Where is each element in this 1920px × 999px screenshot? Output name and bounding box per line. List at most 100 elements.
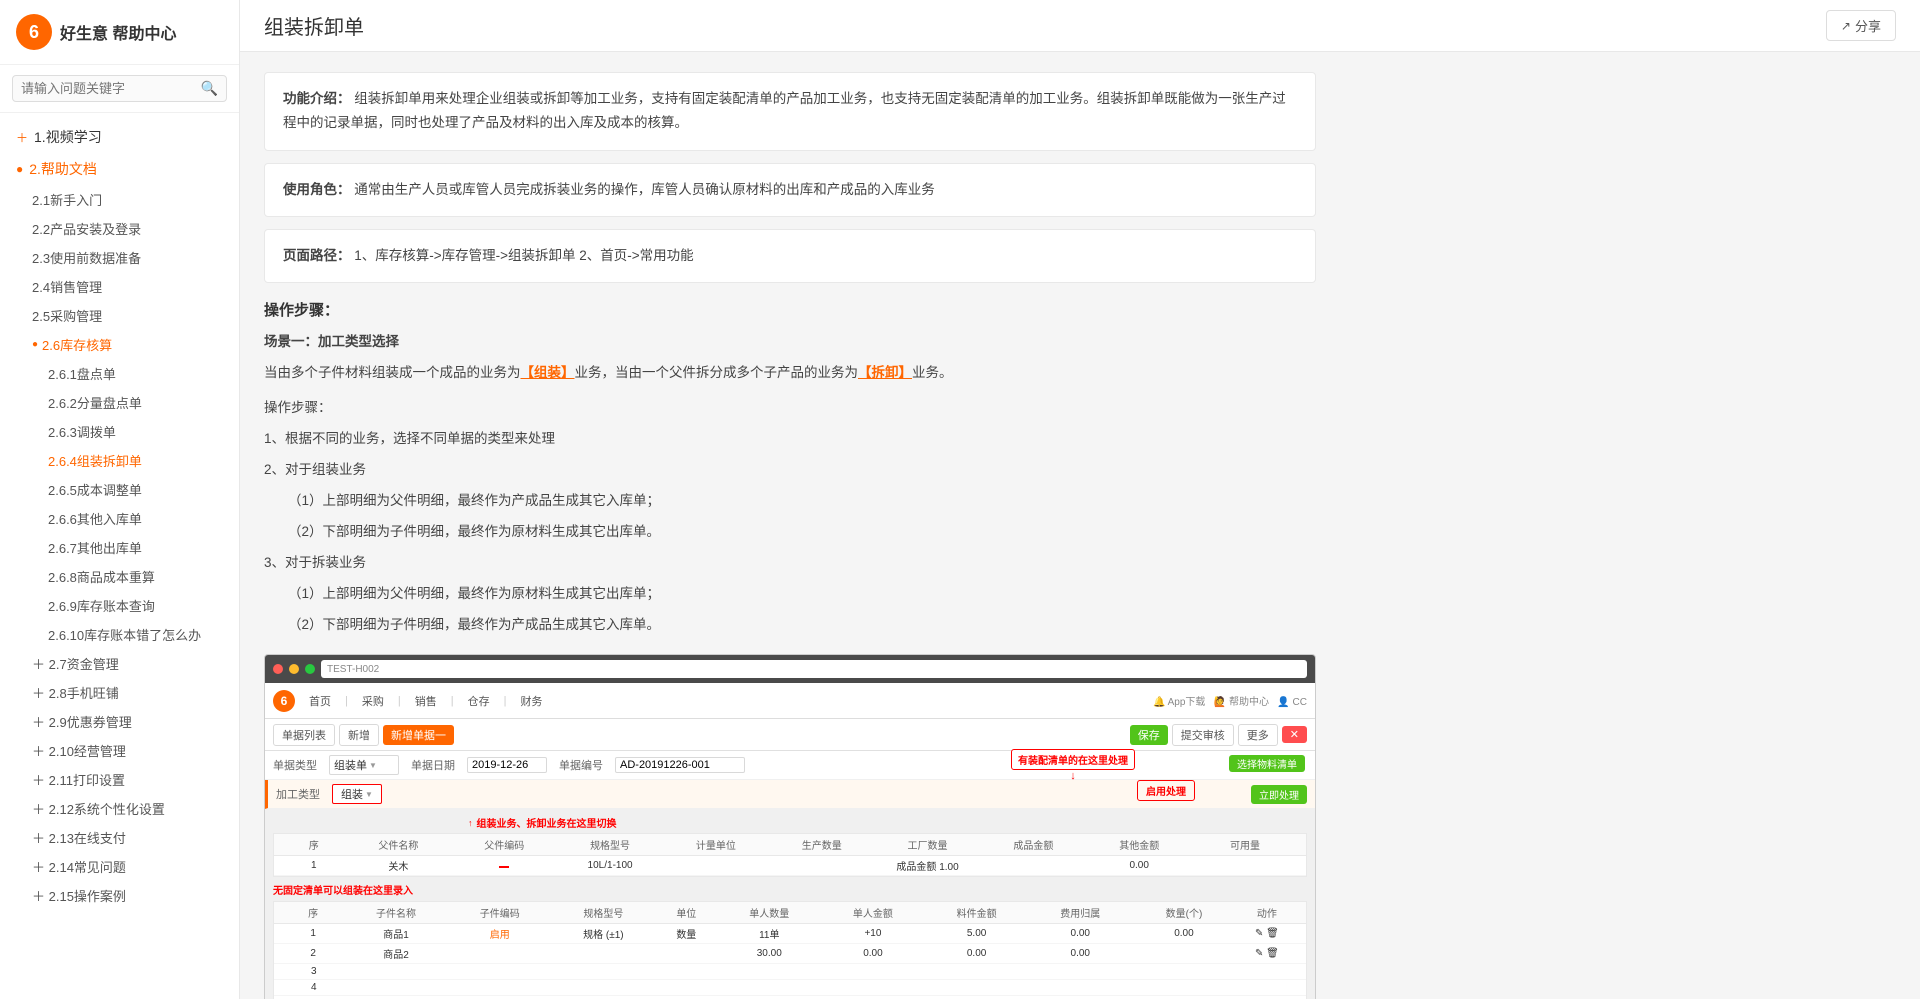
steps-title2: 操作步骤： bbox=[264, 394, 1316, 421]
sidebar-item-mobile[interactable]: ＋ 2.8手机旺铺 bbox=[0, 678, 239, 707]
sc-process-select[interactable]: 组装 ▼ bbox=[332, 784, 382, 804]
path-text: 1、库存核算->库存管理->组装拆卸单 2、首页->常用功能 bbox=[354, 248, 693, 263]
step3-2: （2）下部明细为子件明细，最终作为产成品生成其它入库单。 bbox=[288, 611, 1316, 638]
sc-l-col-qty: 数量(个) bbox=[1132, 905, 1236, 920]
sidebar-item-finance[interactable]: ＋ 2.7资金管理 bbox=[0, 649, 239, 678]
sc-btn-submit[interactable]: 提交审核 bbox=[1172, 724, 1234, 746]
sc-app-body: 6 首页 | 采购 | 销售 | 仓存 | 财务 🔔 App下载 🙋 帮助中心 … bbox=[265, 683, 1315, 999]
sidebar-item-docs[interactable]: ● 2.帮助文档 bbox=[0, 153, 239, 185]
sidebar-item-print[interactable]: ＋ 2.11打印设置 bbox=[0, 765, 239, 794]
sidebar-item-cases[interactable]: ＋ 2.15操作案例 bbox=[0, 881, 239, 910]
sidebar-item-coupon[interactable]: ＋ 2.9优惠券管理 bbox=[0, 707, 239, 736]
plus-icon8: ＋ bbox=[32, 831, 45, 846]
sc-row1-seq: 1 bbox=[282, 860, 346, 871]
sidebar-item-sales[interactable]: 2.4销售管理 bbox=[0, 272, 239, 301]
sidebar-item-ledger-fix[interactable]: 2.6.10库存账本错了怎么办 bbox=[0, 620, 239, 649]
sc-lower-table-header: 序 子件名称 子件编码 规格型号 单位 单人数量 单人金额 料件金额 费用归属 … bbox=[274, 902, 1306, 924]
intro-label: 功能介绍： bbox=[283, 91, 351, 106]
table-row: 1 关木 10L/1-100 成品金额 1.00 0.00 bbox=[274, 856, 1306, 876]
topbar: 组装拆卸单 ↗ 分享 bbox=[240, 0, 1920, 52]
role-label: 使用角色： bbox=[283, 182, 351, 197]
sc-annotation3-container: ↑ 组装业务、拆卸业务在这里切换 bbox=[468, 815, 617, 830]
scene1-title-text: 场景一：加工类型选择 bbox=[264, 334, 399, 349]
sc-btn-doclist[interactable]: 单据列表 bbox=[273, 724, 335, 746]
sc-nav-inventory[interactable]: 仓存 bbox=[462, 691, 496, 711]
step3: 3、对于拆装业务 bbox=[264, 549, 1316, 576]
sc-nav-sales[interactable]: 销售 bbox=[409, 691, 443, 711]
sc-col-factory-qty: 工厂数量 bbox=[875, 837, 981, 852]
table-row: 4 bbox=[274, 980, 1306, 996]
sidebar-item-data-prep[interactable]: 2.3使用前数据准备 bbox=[0, 243, 239, 272]
sidebar-item-inventory-ledger[interactable]: 2.6.9库存账本查询 bbox=[0, 591, 239, 620]
assembly-keyword: 【组装】 bbox=[521, 365, 575, 380]
share-label: 分享 bbox=[1855, 16, 1881, 35]
table-row: 1 商品1 启用 规格 (±1) 数量 11单 +10 5.00 0.00 0.… bbox=[274, 924, 1306, 944]
sc-process-label: 加工类型 bbox=[276, 786, 320, 802]
sidebar-item-assembly[interactable]: 2.6.4组装拆卸单 bbox=[0, 446, 239, 475]
sidebar-item-faq[interactable]: ＋ 2.14常见问题 bbox=[0, 852, 239, 881]
plus-icon7: ＋ bbox=[32, 802, 45, 817]
sc-nav-finance[interactable]: 财务 bbox=[514, 691, 548, 711]
sc-btn-save[interactable]: 保存 bbox=[1130, 725, 1168, 745]
sc-l-col-child-code: 子件编码 bbox=[448, 905, 552, 920]
screenshot-container: TEST-H002 6 首页 | 采购 | 销售 | 仓存 | 财务 🔔 bbox=[264, 654, 1316, 999]
sc-annotation1-arrow: ↓ bbox=[1011, 770, 1135, 782]
sidebar-item-video[interactable]: ＋ 1.视频学习 bbox=[0, 121, 239, 153]
plus-icon10: ＋ bbox=[32, 889, 45, 904]
sc-close-dot bbox=[273, 664, 283, 674]
sc-l-col-unit-qty: 单人数量 bbox=[717, 905, 821, 920]
sc-btn-add[interactable]: 新增 bbox=[339, 724, 379, 746]
step2-1: （1）上部明细为父件明细，最终作为产成品生成其它入库单； bbox=[288, 487, 1316, 514]
sidebar-item-newbie[interactable]: 2.1新手入门 bbox=[0, 185, 239, 214]
circle-icon: ● bbox=[32, 339, 38, 350]
disassembly-keyword: 【拆卸】 bbox=[858, 365, 912, 380]
sidebar-item-transfer[interactable]: 2.6.3调拨单 bbox=[0, 417, 239, 446]
main-content: 组装拆卸单 ↗ 分享 功能介绍： 组装拆卸单用来处理企业组装或拆卸等加工业务，支… bbox=[240, 0, 1920, 999]
sc-upper-table: 序 父件名称 父件编码 规格型号 计量单位 生产数量 工厂数量 成品金额 其他金… bbox=[273, 833, 1307, 877]
share-button[interactable]: ↗ 分享 bbox=[1826, 10, 1896, 41]
search-box[interactable]: 🔍 bbox=[12, 75, 227, 102]
sc-annotation4: 启用处理 bbox=[1137, 780, 1195, 801]
sc-nav-home[interactable]: 首页 bbox=[303, 691, 337, 711]
plus-icon: ＋ bbox=[16, 129, 28, 146]
search-input[interactable] bbox=[21, 81, 201, 96]
sc-code-highlight bbox=[499, 866, 509, 868]
sc-order-input[interactable] bbox=[615, 757, 745, 773]
sc-annotation1-container: 有装配清单的在这里处理 ↓ bbox=[1011, 749, 1135, 782]
sc-form-row1: 单据类型 组装单 ▼ 单据日期 单据编号 有装配清单的在这里处理 ↓ bbox=[265, 751, 1315, 780]
sc-select-bom-btn[interactable]: 选择物料清单 bbox=[1229, 755, 1305, 772]
sidebar-item-partial-stocktake[interactable]: 2.6.2分量盘点单 bbox=[0, 388, 239, 417]
sidebar: 6 好生意 帮助中心 🔍 ＋ 1.视频学习 ● 2.帮助文档 2.1新手入门 2… bbox=[0, 0, 240, 999]
sc-btn-new-doc[interactable]: 新增单据一 bbox=[383, 725, 454, 745]
sc-col-prod-amt: 成品金额 bbox=[980, 837, 1086, 852]
sidebar-item-cost-recalc[interactable]: 2.6.8商品成本重算 bbox=[0, 562, 239, 591]
sidebar-item-purchase[interactable]: 2.5采购管理 bbox=[0, 301, 239, 330]
search-area[interactable]: 🔍 bbox=[0, 65, 239, 113]
sidebar-item-docs-label: 2.帮助文档 bbox=[29, 159, 97, 179]
sc-col-spec: 规格型号 bbox=[557, 837, 663, 852]
sidebar-item-stocktake[interactable]: 2.6.1盘点单 bbox=[0, 359, 239, 388]
sc-spacer bbox=[265, 809, 1315, 829]
sc-process-btn[interactable]: 立即处理 bbox=[1251, 785, 1307, 804]
step2: 2、对于组装业务 bbox=[264, 456, 1316, 483]
sc-dropdown-icon: ▼ bbox=[369, 761, 377, 770]
sc-col-prod-qty: 生产数量 bbox=[769, 837, 875, 852]
sc-annotation3: 组装业务、拆卸业务在这里切换 bbox=[477, 815, 617, 830]
sc-nav-purchase[interactable]: 采购 bbox=[356, 691, 390, 711]
sc-btn-more[interactable]: 更多 bbox=[1238, 724, 1278, 746]
sidebar-item-other-out[interactable]: 2.6.7其他出库单 bbox=[0, 533, 239, 562]
sidebar-item-inventory[interactable]: ● 2.6库存核算 bbox=[0, 330, 239, 359]
scene1-title: 场景一：加工类型选择 bbox=[264, 328, 1316, 355]
sidebar-item-ops[interactable]: ＋ 2.10经营管理 bbox=[0, 736, 239, 765]
sidebar-item-cost-adj[interactable]: 2.6.5成本调整单 bbox=[0, 475, 239, 504]
sidebar-item-install[interactable]: 2.2产品安装及登录 bbox=[0, 214, 239, 243]
sc-type-select[interactable]: 组装单 ▼ bbox=[329, 755, 399, 775]
sidebar-item-sys[interactable]: ＋ 2.12系统个性化设置 bbox=[0, 794, 239, 823]
sc-date-input[interactable] bbox=[467, 757, 547, 773]
sidebar-item-other-in[interactable]: 2.6.6其他入库单 bbox=[0, 504, 239, 533]
sc-btn-close[interactable]: ✕ bbox=[1282, 726, 1307, 743]
sc-l-col-unit-amt: 单人金额 bbox=[821, 905, 925, 920]
sc-app-logo: 6 bbox=[273, 690, 295, 712]
sidebar-item-payment[interactable]: ＋ 2.13在线支付 bbox=[0, 823, 239, 852]
sc-browser-header: TEST-H002 bbox=[265, 655, 1315, 683]
